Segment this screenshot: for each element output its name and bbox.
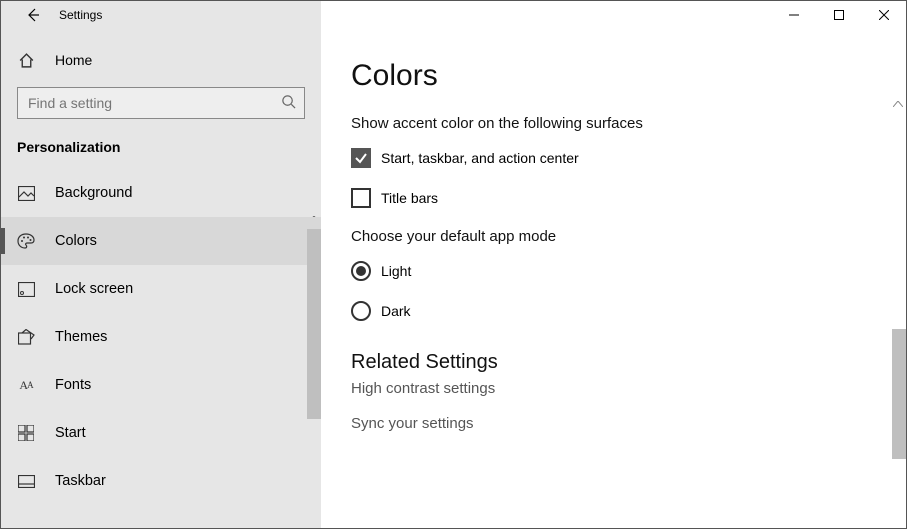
checkbox-titlebars[interactable] <box>351 188 371 208</box>
search-input[interactable] <box>17 87 305 119</box>
sidebar-item-label: Fonts <box>55 377 91 393</box>
sidebar-item-colors[interactable]: Colors <box>1 217 321 265</box>
home-icon <box>17 52 35 69</box>
themes-icon <box>17 329 35 345</box>
sidebar-scrollbar[interactable] <box>307 229 321 419</box>
home-label: Home <box>55 52 92 68</box>
picture-icon <box>17 186 35 201</box>
sidebar-item-background[interactable]: Background <box>1 169 321 217</box>
checkbox-label: Title bars <box>381 190 438 206</box>
sidebar-item-themes[interactable]: Themes <box>1 313 321 361</box>
radio-light[interactable] <box>351 261 371 281</box>
related-settings-heading: Related Settings <box>351 351 876 374</box>
window-title: Settings <box>49 8 102 22</box>
close-button[interactable] <box>861 1 906 29</box>
sidebar-item-fonts[interactable]: AA Fonts <box>1 361 321 409</box>
sidebar-item-label: Background <box>55 185 132 201</box>
link-high-contrast[interactable]: High contrast settings <box>351 380 876 397</box>
checkbox-label: Start, taskbar, and action center <box>381 150 579 166</box>
accent-surfaces-label: Show accent color on the following surfa… <box>351 115 876 132</box>
maximize-button[interactable] <box>816 1 861 29</box>
category-label: Personalization <box>1 129 321 169</box>
back-button[interactable] <box>17 1 49 29</box>
sidebar-item-label: Lock screen <box>55 281 133 297</box>
sidebar-item-label: Start <box>55 425 86 441</box>
app-mode-label: Choose your default app mode <box>351 228 876 245</box>
sidebar-item-label: Colors <box>55 233 97 249</box>
content-scrollbar[interactable] <box>892 329 906 459</box>
page-title: Colors <box>351 59 876 93</box>
link-sync-settings[interactable]: Sync your settings <box>351 415 876 432</box>
sidebar-item-taskbar[interactable]: Taskbar <box>1 457 321 505</box>
search-field[interactable] <box>26 94 281 112</box>
sidebar-item-label: Themes <box>55 329 107 345</box>
radio-dark[interactable] <box>351 301 371 321</box>
taskbar-icon <box>17 475 35 488</box>
start-icon <box>17 425 35 441</box>
sidebar: Home Personalization <box>1 29 321 528</box>
content: Colors Show accent color on the followin… <box>321 29 906 528</box>
radio-label: Dark <box>381 303 411 319</box>
checkbox-start-taskbar[interactable] <box>351 148 371 168</box>
radio-label: Light <box>381 263 411 279</box>
home-button[interactable]: Home <box>1 39 321 81</box>
palette-icon <box>17 233 35 249</box>
sidebar-item-start[interactable]: Start <box>1 409 321 457</box>
sidebar-item-label: Taskbar <box>55 473 106 489</box>
scroll-up-icon[interactable] <box>893 99 903 110</box>
search-icon <box>281 94 296 112</box>
fonts-icon: AA <box>17 378 35 393</box>
lockscreen-icon <box>17 282 35 297</box>
sidebar-item-lockscreen[interactable]: Lock screen <box>1 265 321 313</box>
minimize-button[interactable] <box>771 1 816 29</box>
